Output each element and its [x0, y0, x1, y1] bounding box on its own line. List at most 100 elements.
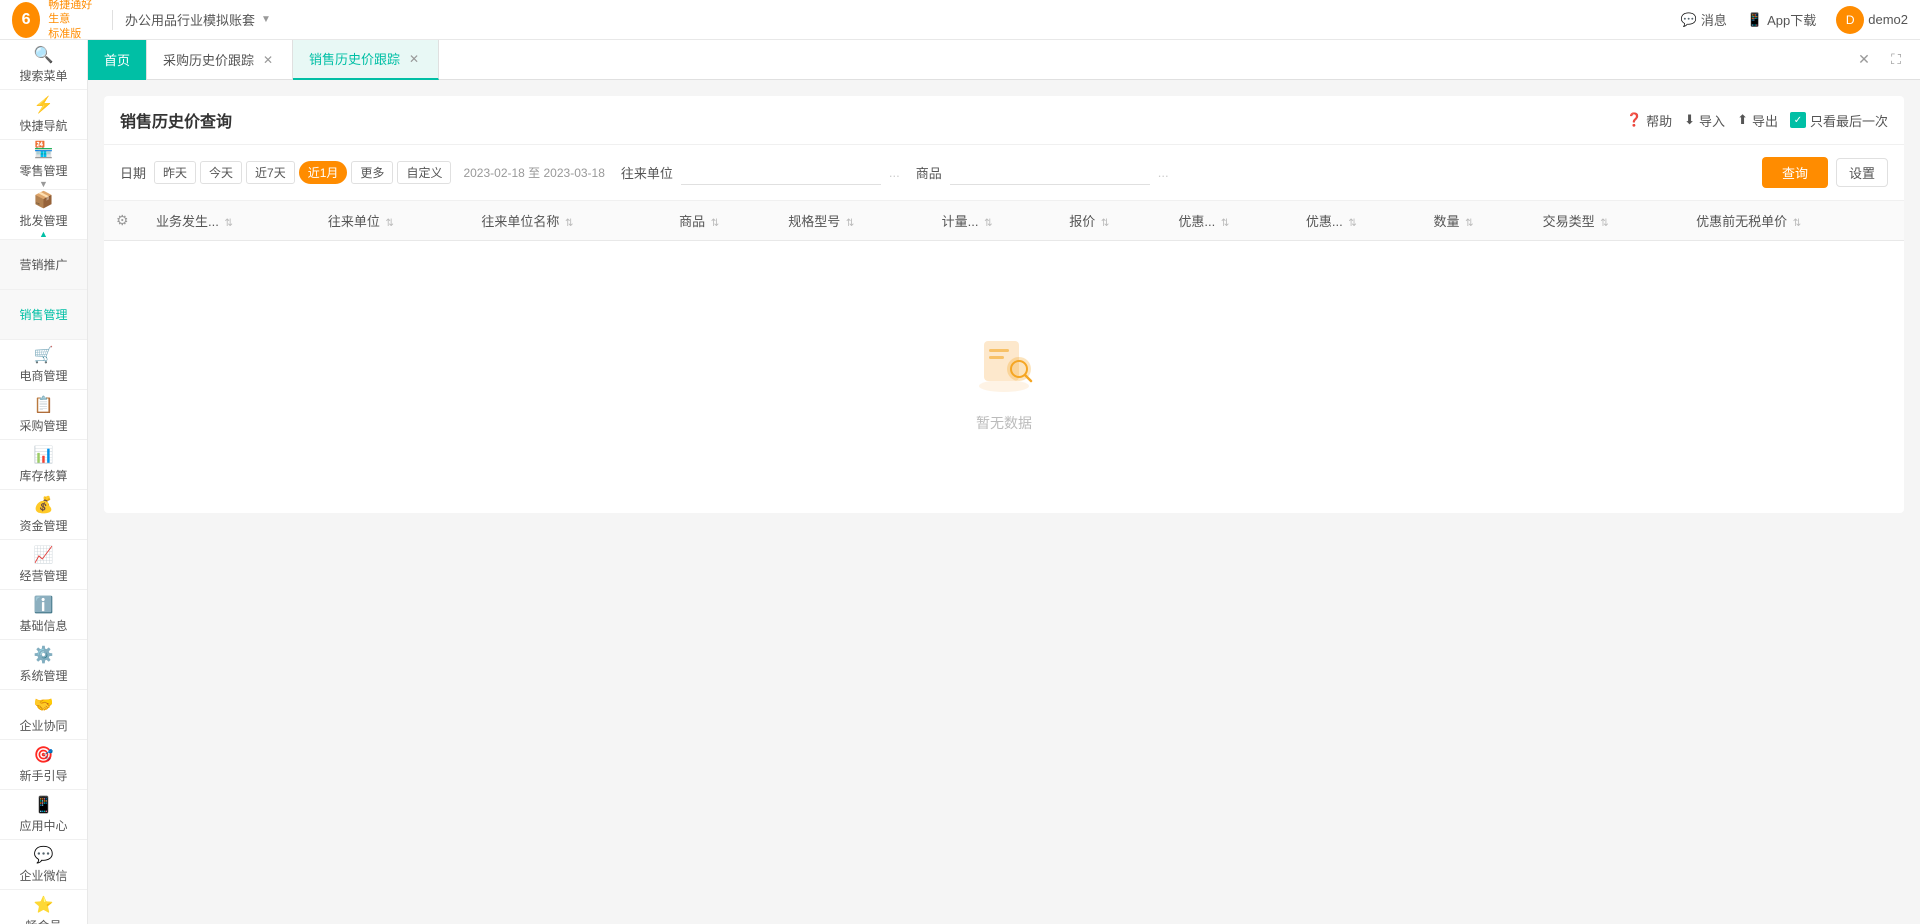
th-discount1[interactable]: 优惠... ⇅ [1166, 201, 1294, 241]
top-bar: 6 畅捷通好生意 标准版 办公用品行业模拟账套 ▼ 💬 消息 📱 App下载 D… [0, 0, 1920, 40]
th-biz-date-label: 业务发生... [156, 214, 219, 229]
import-icon: ⬇ [1684, 112, 1695, 128]
logo-char: 6 [22, 11, 31, 29]
export-label: 导出 [1752, 111, 1778, 130]
th-unit[interactable]: 计量... ⇅ [930, 201, 1058, 241]
th-partner-name[interactable]: 往来单位名称 ⇅ [469, 201, 667, 241]
search-button[interactable]: 查询 [1762, 157, 1828, 188]
search-icon: 🔍 [34, 45, 54, 65]
date-filter-group: 日期 昨天 今天 近7天 近1月 更多 自定义 2023-02-18 至 202… [120, 161, 605, 184]
tab-purchase-close[interactable]: ✕ [260, 52, 276, 68]
tab-sales-label: 销售历史价跟踪 [309, 49, 400, 68]
sidebar-item-system-mgmt[interactable]: ⚙️ 系统管理 [0, 640, 87, 690]
th-product[interactable]: 商品 ⇅ [667, 201, 776, 241]
maximize-window-btn[interactable]: ⛶ [1884, 48, 1908, 72]
th-biz-date[interactable]: 业务发生... ⇅ [144, 201, 316, 241]
sidebar-item-beginner[interactable]: 🎯 新手引导 [0, 740, 87, 790]
filter-settings-button[interactable]: 设置 [1836, 158, 1888, 187]
sidebar-item-finance[interactable]: 💰 资金管理 [0, 490, 87, 540]
app-download-button[interactable]: 📱 App下载 [1747, 10, 1816, 29]
th-gear[interactable]: ⚙ [104, 201, 144, 241]
beginner-icon: 🎯 [34, 745, 54, 765]
sidebar-item-ecom-mgmt[interactable]: 🛒 电商管理 [0, 340, 87, 390]
partner-label: 往来单位 [621, 163, 673, 182]
sort-icon: ⇅ [1600, 218, 1608, 229]
message-button[interactable]: 💬 消息 [1681, 10, 1727, 29]
th-discount2-label: 优惠... [1306, 214, 1343, 229]
only-last-checkbox[interactable]: ✓ 只看最后一次 [1790, 111, 1888, 130]
avatar: D [1836, 6, 1864, 34]
help-label: 帮助 [1646, 111, 1672, 130]
tab-purchase-label: 采购历史价跟踪 [163, 50, 254, 69]
data-table: ⚙ 业务发生... ⇅ 往来单位 ⇅ [104, 201, 1904, 241]
tab-home[interactable]: 首页 [88, 40, 147, 80]
app-subtitle: 标准版 [48, 27, 100, 41]
sidebar-item-label: 搜索菜单 [19, 67, 67, 84]
th-no-tax-price[interactable]: 优惠前无税单价 ⇅ [1684, 201, 1904, 241]
wechat-icon: 💬 [34, 845, 54, 865]
date-btn-today[interactable]: 今天 [200, 161, 242, 184]
date-btn-custom[interactable]: 自定义 [397, 161, 451, 184]
help-button[interactable]: ❓ 帮助 [1626, 111, 1672, 130]
tab-sales-history[interactable]: 销售历史价跟踪 ✕ [293, 40, 439, 80]
sidebar-item-marketing[interactable]: 营销推广 [0, 240, 87, 290]
product-dots: ... [1158, 165, 1169, 180]
th-qty[interactable]: 数量 ⇅ [1422, 201, 1531, 241]
product-input[interactable] [950, 161, 1150, 185]
export-button[interactable]: ⬆ 导出 [1737, 111, 1778, 130]
tab-sales-close[interactable]: ✕ [406, 51, 422, 67]
sidebar-item-wholesale-mgmt[interactable]: 📦 批发管理 ▲ [0, 190, 87, 240]
gear-icon[interactable]: ⚙ [116, 212, 129, 228]
close-window-btn[interactable]: ✕ [1852, 48, 1876, 72]
retail-icon: 🏪 [34, 140, 54, 160]
import-button[interactable]: ⬇ 导入 [1684, 111, 1725, 130]
sort-icon: ⇅ [1465, 218, 1473, 229]
chevron-up-icon: ▲ [39, 229, 48, 239]
th-quote[interactable]: 报价 ⇅ [1057, 201, 1166, 241]
sidebar-item-label: 企业微信 [19, 867, 67, 884]
sidebar-item-label: 基础信息 [19, 617, 67, 634]
th-discount2[interactable]: 优惠... ⇅ [1294, 201, 1422, 241]
date-btn-more[interactable]: 更多 [351, 161, 393, 184]
date-btn-7days[interactable]: 近7天 [246, 161, 295, 184]
sidebar-item-enterprise[interactable]: 🤝 企业协同 [0, 690, 87, 740]
system-icon: ⚙️ [34, 645, 54, 665]
th-partner-name-label: 往来单位名称 [481, 214, 559, 229]
sidebar-item-sales-mgmt[interactable]: 销售管理 [0, 290, 87, 340]
sidebar-item-label: 批发管理 [19, 212, 67, 229]
quick-nav-icon: ⚡ [34, 95, 54, 115]
user-menu[interactable]: D demo2 [1836, 6, 1908, 34]
sidebar-item-label: 系统管理 [19, 667, 67, 684]
sidebar-item-operations[interactable]: 📈 经营管理 [0, 540, 87, 590]
sidebar-item-purchase-mgmt[interactable]: 📋 采购管理 [0, 390, 87, 440]
main-layout: 🔍 搜索菜单 ⚡ 快捷导航 🏪 零售管理 ▼ 📦 批发管理 ▲ 营销推广 销售管… [0, 40, 1920, 924]
checkbox-icon: ✓ [1790, 112, 1806, 128]
sort-icon: ⇅ [1793, 218, 1801, 229]
th-partner-code[interactable]: 往来单位 ⇅ [316, 201, 469, 241]
sidebar-item-basic-info[interactable]: ℹ️ 基础信息 [0, 590, 87, 640]
sidebar-item-member[interactable]: ⭐ 畅会员 [0, 890, 87, 924]
product-filter-group: 商品 ... [916, 161, 1169, 185]
sidebar-item-quick-nav[interactable]: ⚡ 快捷导航 [0, 90, 87, 140]
sort-icon: ⇅ [565, 218, 573, 229]
sidebar-item-retail-mgmt[interactable]: 🏪 零售管理 ▼ [0, 140, 87, 190]
sidebar-item-wechat-biz[interactable]: 💬 企业微信 [0, 840, 87, 890]
sort-icon: ⇅ [386, 218, 394, 229]
th-trade-type[interactable]: 交易类型 ⇅ [1531, 201, 1684, 241]
th-spec[interactable]: 规格型号 ⇅ [776, 201, 929, 241]
partner-input[interactable] [681, 161, 881, 185]
sidebar-item-search-menu[interactable]: 🔍 搜索菜单 [0, 40, 87, 90]
empty-icon [964, 321, 1044, 401]
date-btn-1month[interactable]: 近1月 [299, 161, 348, 184]
top-divider [112, 10, 113, 30]
basic-info-icon: ℹ️ [34, 595, 54, 615]
date-btn-yesterday[interactable]: 昨天 [154, 161, 196, 184]
message-icon: 💬 [1681, 12, 1697, 28]
sidebar-item-app-center[interactable]: 📱 应用中心 [0, 790, 87, 840]
page-actions: ❓ 帮助 ⬇ 导入 ⬆ 导出 ✓ 只看最后一次 [1626, 111, 1888, 130]
sidebar-item-inventory[interactable]: 📊 库存核算 [0, 440, 87, 490]
app-selector[interactable]: 办公用品行业模拟账套 ▼ [125, 10, 1681, 29]
tab-purchase-history[interactable]: 采购历史价跟踪 ✕ [147, 40, 293, 80]
app-download-label: App下载 [1767, 10, 1816, 29]
sidebar-item-label: 应用中心 [19, 817, 67, 834]
